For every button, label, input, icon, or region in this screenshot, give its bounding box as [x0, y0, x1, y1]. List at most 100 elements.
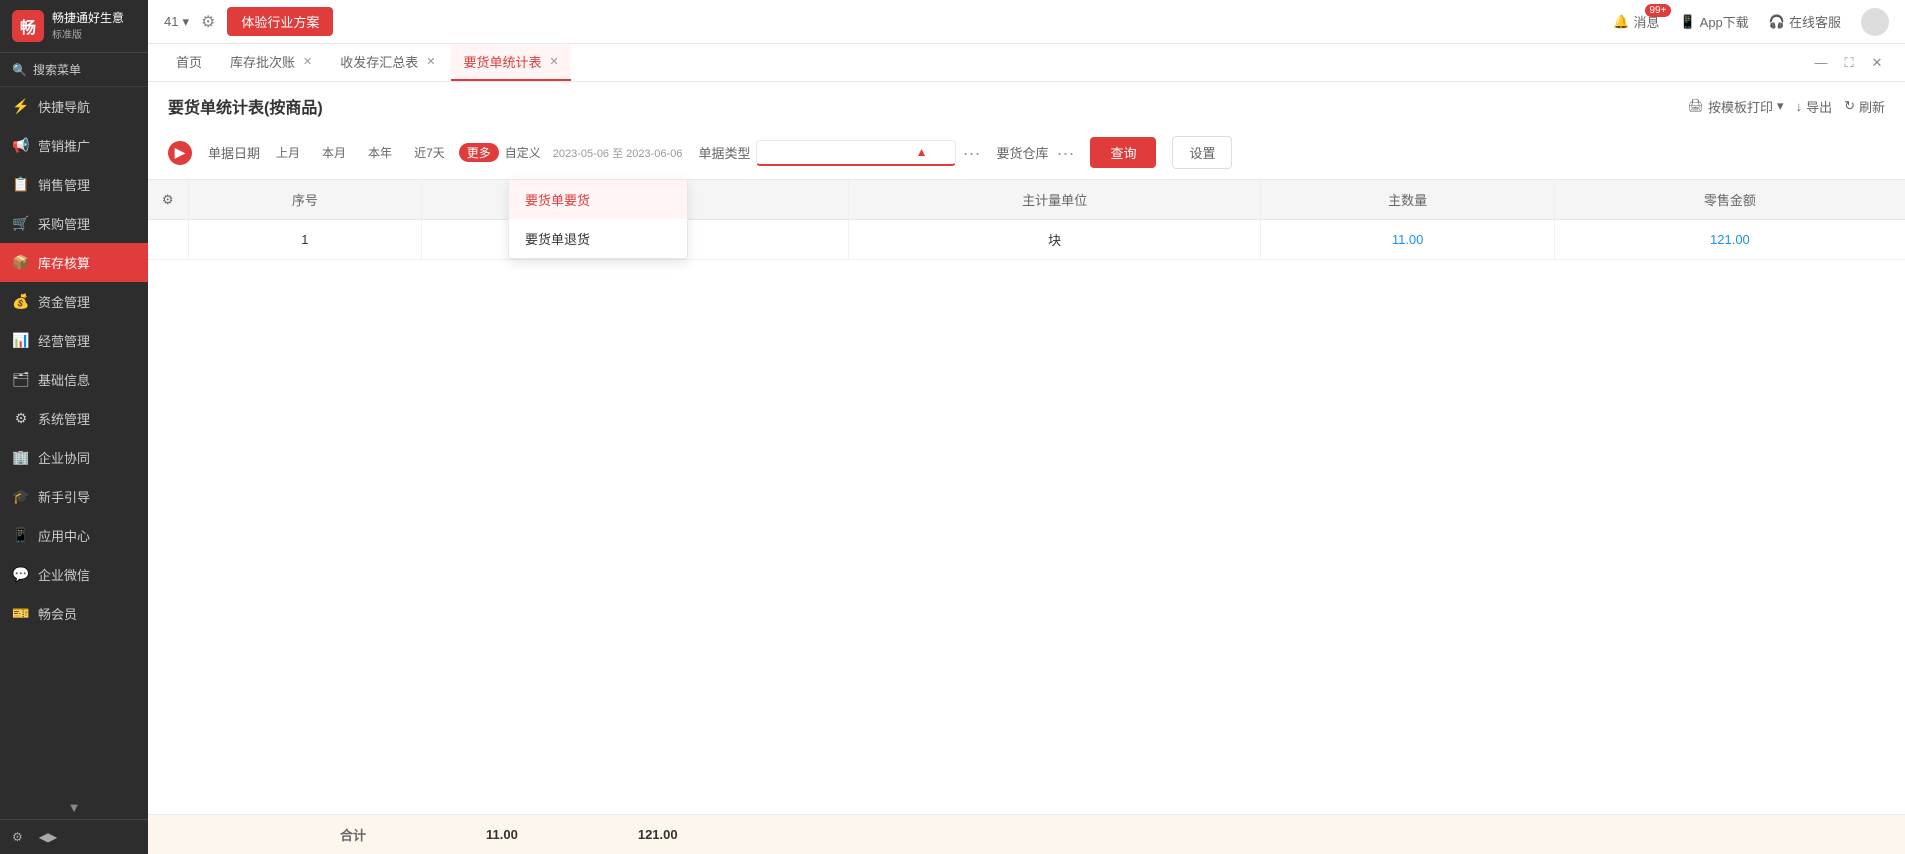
query-button[interactable]: 查询 [1090, 137, 1156, 168]
tab-receivables-close[interactable]: ✕ [426, 55, 435, 68]
amount-link[interactable]: 121.00 [1710, 232, 1750, 247]
table-wrapper: ⚙ 序号 商品 主计量单位 主数量 零售金额 1 ████ ███ [148, 180, 1905, 814]
sidebar-search[interactable]: 🔍 搜索菜单 [0, 53, 148, 87]
messages-btn[interactable]: 🔔 消息 99+ [1613, 12, 1659, 31]
search-icon: 🔍 [12, 63, 27, 77]
marketing-icon: 📢 [12, 137, 30, 154]
bell-icon: 🔔 [1613, 14, 1629, 30]
sidebar-item-label: 资金管理 [38, 292, 90, 311]
doc-type-select[interactable]: ▲ [756, 140, 956, 166]
settings-icon[interactable]: ⚙ [201, 12, 215, 32]
tab-home[interactable]: 首页 [164, 44, 214, 81]
th-settings[interactable]: ⚙ [148, 180, 188, 220]
td-amount: 121.00 [1554, 220, 1905, 260]
table-footer: 合计 11.00 121.00 [148, 814, 1905, 854]
tab-inventory-batch-label: 库存批次账 [230, 52, 295, 71]
footer-collapse-btn[interactable]: ◀▶ [39, 830, 57, 844]
tab-minimize-btn[interactable]: — [1809, 51, 1833, 75]
tab-inventory-batch[interactable]: 库存批次账 ✕ [218, 44, 324, 81]
sidebar-item-inventory[interactable]: 📦 库存核算 [0, 243, 148, 282]
member-icon: 🎫 [12, 605, 30, 622]
download-icon: 📱 [1679, 14, 1695, 30]
warehouse-label: 要货仓库 [996, 143, 1048, 162]
tab-order-stats[interactable]: 要货单统计表 ✕ [451, 44, 570, 81]
sidebar-item-label: 新手引导 [38, 487, 90, 506]
chevron-down-icon: ▾ [182, 14, 189, 30]
logo-sub: 标准版 [52, 26, 124, 41]
app-center-icon: 📱 [12, 527, 30, 544]
this-month-pill[interactable]: 本月 [314, 142, 354, 163]
table-header-row: ⚙ 序号 商品 主计量单位 主数量 零售金额 [148, 180, 1905, 220]
data-table: ⚙ 序号 商品 主计量单位 主数量 零售金额 1 ████ ███ [148, 180, 1905, 260]
tab-bar: 首页 库存批次账 ✕ 收发存汇总表 ✕ 要货单统计表 ✕ — ⛶ ✕ [148, 44, 1905, 82]
settings-button[interactable]: 设置 [1172, 136, 1232, 169]
dropdown-item-order-goods[interactable]: 要货单要货 [509, 180, 687, 219]
main-content: 41 ▾ ⚙ 体验行业方案 🔔 消息 99+ 📱 App下载 🎧 在线客服 [148, 0, 1905, 854]
export-btn[interactable]: ↓ 导出 [1796, 97, 1833, 116]
online-service-label: 在线客服 [1789, 12, 1841, 31]
tab-order-stats-label: 要货单统计表 [463, 52, 541, 71]
tab-home-label: 首页 [176, 52, 202, 71]
sidebar-item-enterprise-wechat[interactable]: 💬 企业微信 [0, 555, 148, 594]
sidebar-item-app-center[interactable]: 📱 应用中心 [0, 516, 148, 555]
last-month-pill[interactable]: 上月 [268, 142, 308, 163]
dropdown-item-order-return[interactable]: 要货单退货 [509, 219, 687, 258]
th-quantity: 主数量 [1261, 180, 1554, 220]
tab-order-stats-close[interactable]: ✕ [550, 55, 559, 68]
sidebar-scroll-down[interactable]: ▼ [0, 796, 148, 819]
sidebar-item-label: 库存核算 [38, 253, 90, 272]
user-avatar[interactable] [1861, 8, 1889, 36]
sidebar-item-guide[interactable]: 🎓 新手引导 [0, 477, 148, 516]
footer-settings-icon[interactable]: ⚙ [12, 830, 23, 844]
tab-inventory-batch-close[interactable]: ✕ [303, 55, 312, 68]
th-unit: 主计量单位 [848, 180, 1261, 220]
footer-quantity: 11.00 [426, 827, 578, 842]
sidebar-item-system[interactable]: ⚙ 系统管理 [0, 399, 148, 438]
sidebar-item-member[interactable]: 🎫 畅会员 [0, 594, 148, 633]
warehouse-more-btn[interactable]: ··· [1056, 144, 1074, 162]
sidebar-item-finance[interactable]: 💰 资金管理 [0, 282, 148, 321]
print-template-btn[interactable]: 🖨 按模板打印 ▾ [1688, 97, 1784, 116]
filter-expand-btn[interactable]: ▶ [168, 141, 192, 165]
warehouse-filter-group: 要货仓库 ··· [996, 143, 1074, 162]
company-name: 41 [164, 14, 178, 29]
last-7-days-pill[interactable]: 近7天 [406, 142, 453, 163]
sidebar-item-label: 应用中心 [38, 526, 90, 545]
sidebar-item-marketing[interactable]: 📢 营销推广 [0, 126, 148, 165]
refresh-btn[interactable]: ↻ 刷新 [1844, 97, 1885, 116]
sidebar-item-label: 营销推广 [38, 136, 90, 155]
trial-button[interactable]: 体验行业方案 [227, 7, 333, 36]
online-service-btn[interactable]: 🎧 在线客服 [1769, 12, 1841, 31]
page-title: 要货单统计表(按商品) [168, 94, 323, 118]
more-date-btn[interactable]: 更多 [459, 143, 499, 162]
avatar-image [1861, 8, 1889, 36]
this-year-pill[interactable]: 本年 [360, 142, 400, 163]
sidebar-item-enterprise[interactable]: 🏢 企业协同 [0, 438, 148, 477]
sidebar-item-sales[interactable]: 📋 销售管理 [0, 165, 148, 204]
doc-type-label: 单据类型 [698, 143, 750, 162]
quantity-link[interactable]: 11.00 [1392, 232, 1424, 247]
sidebar-item-label: 企业协同 [38, 448, 90, 467]
sidebar-item-label: 经营管理 [38, 331, 90, 350]
sidebar-item-label: 采购管理 [38, 214, 90, 233]
sidebar-item-label: 基础信息 [38, 370, 90, 389]
sidebar-item-quick-nav[interactable]: ⚡ 快捷导航 [0, 87, 148, 126]
sidebar-item-label: 企业微信 [38, 565, 90, 584]
custom-date-link[interactable]: 自定义 [505, 144, 541, 161]
sidebar-item-basics[interactable]: 🗂 基础信息 [0, 360, 148, 399]
sidebar-item-operation[interactable]: 📊 经营管理 [0, 321, 148, 360]
messages-badge: 99+ [1645, 4, 1672, 17]
more-filter-btn[interactable]: ··· [962, 144, 980, 162]
logo-icon: 畅 [12, 10, 44, 42]
app-download-btn[interactable]: 📱 App下载 [1679, 12, 1748, 31]
tab-expand-btn[interactable]: ⛶ [1837, 51, 1861, 75]
app-download-label: App下载 [1700, 12, 1749, 31]
refresh-icon: ↻ [1844, 98, 1855, 114]
sidebar-item-purchase[interactable]: 🛒 采购管理 [0, 204, 148, 243]
print-template-label: 按模板打印 [1708, 97, 1773, 116]
tab-close-btn[interactable]: ✕ [1865, 51, 1889, 75]
service-icon: 🎧 [1769, 14, 1785, 30]
tab-receivables-label: 收发存汇总表 [340, 52, 418, 71]
tab-receivables[interactable]: 收发存汇总表 ✕ [328, 44, 447, 81]
company-selector[interactable]: 41 ▾ [164, 14, 189, 30]
